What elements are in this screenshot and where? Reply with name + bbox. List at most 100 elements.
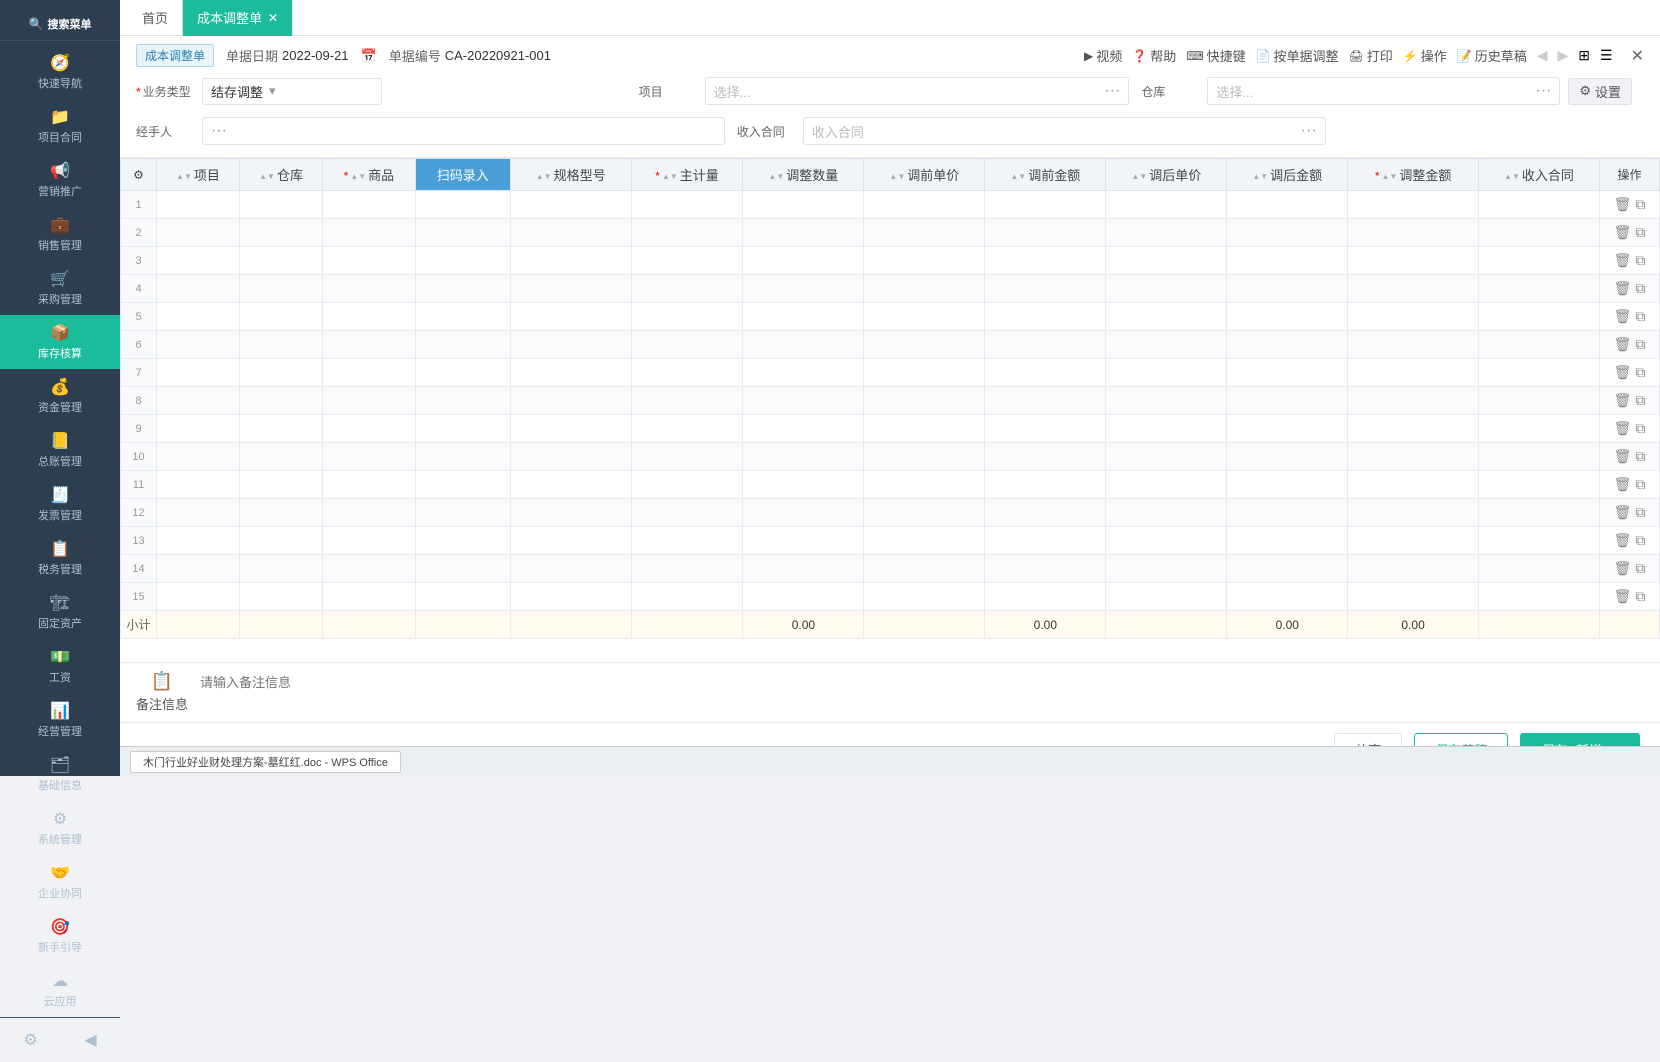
sidebar-item-guide[interactable]: 🎯 新手引导 (0, 909, 120, 963)
table-cell[interactable] (743, 583, 864, 611)
table-cell[interactable] (1348, 555, 1479, 583)
sidebar-item-inventory[interactable]: 📦 库存核算 (0, 315, 120, 369)
action-cell[interactable]: 🗑⧉ (1600, 275, 1660, 303)
delete-icon[interactable]: 🗑 (1614, 280, 1632, 297)
action-cell[interactable]: 🗑⧉ (1600, 499, 1660, 527)
close-window-button[interactable]: ✕ (1631, 46, 1644, 66)
action-cell[interactable]: 🗑⧉ (1600, 191, 1660, 219)
income-contract-input[interactable]: 收入合同 ··· (803, 117, 1326, 145)
sidebar-item-finance[interactable]: 💰 资金管理 (0, 369, 120, 423)
table-cell[interactable] (1227, 471, 1348, 499)
table-cell[interactable] (985, 247, 1106, 275)
table-cell[interactable] (864, 387, 985, 415)
table-cell[interactable] (985, 443, 1106, 471)
table-cell[interactable] (240, 443, 323, 471)
table-cell[interactable] (323, 359, 416, 387)
table-cell[interactable] (415, 359, 510, 387)
nav-next[interactable]: ▶ (1558, 47, 1569, 64)
delete-icon[interactable]: 🗑 (1614, 476, 1632, 493)
table-cell[interactable] (415, 471, 510, 499)
table-cell[interactable] (157, 387, 240, 415)
table-cell[interactable] (157, 247, 240, 275)
table-cell[interactable] (631, 191, 743, 219)
table-cell[interactable] (323, 247, 416, 275)
table-cell[interactable] (1227, 247, 1348, 275)
settings-icon[interactable]: ⚙ (23, 1030, 37, 1050)
copy-icon[interactable]: ⧉ (1635, 336, 1645, 353)
table-cell[interactable] (323, 499, 416, 527)
action-cell[interactable]: 🗑⧉ (1600, 219, 1660, 247)
table-cell[interactable] (510, 219, 631, 247)
sidebar-item-assets[interactable]: 🏗 固定资产 (0, 585, 120, 639)
table-cell[interactable] (510, 191, 631, 219)
copy-icon[interactable]: ⧉ (1635, 252, 1645, 269)
delete-icon[interactable]: 🗑 (1614, 420, 1632, 437)
project-input[interactable]: 选择... ··· (705, 77, 1130, 105)
table-cell[interactable] (743, 219, 864, 247)
table-cell[interactable] (510, 275, 631, 303)
table-cell[interactable] (864, 247, 985, 275)
table-cell[interactable] (864, 499, 985, 527)
table-container[interactable]: ⚙ ▲▼项目 ▲▼仓库 ▲▼商品 扫码录入 ▲▼规格型号 ▲▼主计量 ▲▼调整数… (120, 158, 1660, 662)
notes-input[interactable] (200, 671, 1644, 694)
table-cell[interactable] (1106, 303, 1227, 331)
handler-dots[interactable]: ··· (211, 122, 227, 140)
table-cell[interactable] (323, 527, 416, 555)
table-cell[interactable] (157, 359, 240, 387)
taskbar-item[interactable]: 木门行业好业财处理方案-墓红红.doc - WPS Office (130, 751, 401, 773)
sidebar-item-ledger[interactable]: 📒 总账管理 (0, 423, 120, 477)
table-cell[interactable] (631, 443, 743, 471)
table-cell[interactable] (1478, 219, 1599, 247)
table-cell[interactable] (415, 191, 510, 219)
table-cell[interactable] (323, 555, 416, 583)
sidebar-item-system[interactable]: ⚙ 系统管理 (0, 801, 120, 855)
table-cell[interactable] (1478, 583, 1599, 611)
table-cell[interactable] (157, 415, 240, 443)
table-cell[interactable] (743, 471, 864, 499)
table-cell[interactable] (157, 331, 240, 359)
table-cell[interactable] (323, 275, 416, 303)
table-cell[interactable] (415, 219, 510, 247)
table-cell[interactable] (631, 583, 743, 611)
table-cell[interactable] (864, 359, 985, 387)
table-cell[interactable] (864, 303, 985, 331)
table-cell[interactable] (1227, 275, 1348, 303)
table-cell[interactable] (631, 275, 743, 303)
table-cell[interactable] (631, 359, 743, 387)
table-cell[interactable] (1106, 219, 1227, 247)
table-cell[interactable] (1478, 359, 1599, 387)
table-cell[interactable] (415, 331, 510, 359)
col-income-contract[interactable]: ▲▼收入合同 (1478, 159, 1599, 191)
sidebar-item-collab[interactable]: 🤝 企业协同 (0, 855, 120, 909)
table-cell[interactable] (985, 471, 1106, 499)
table-cell[interactable] (157, 191, 240, 219)
sidebar-search-label[interactable]: 搜索菜单 (47, 16, 91, 32)
warehouse-input[interactable]: 选择... ··· (1207, 77, 1560, 105)
action-print[interactable]: 🖨 打印 (1349, 46, 1393, 65)
action-cell[interactable]: 🗑⧉ (1600, 303, 1660, 331)
delete-icon[interactable]: 🗑 (1614, 308, 1632, 325)
action-cell[interactable]: 🗑⧉ (1600, 331, 1660, 359)
table-cell[interactable] (415, 499, 510, 527)
col-product[interactable]: ▲▼商品 (323, 159, 416, 191)
table-cell[interactable] (415, 527, 510, 555)
copy-icon[interactable]: ⧉ (1635, 308, 1645, 325)
table-cell[interactable] (1478, 275, 1599, 303)
table-cell[interactable] (510, 331, 631, 359)
col-adjust-amount[interactable]: ▲▼调整金额 (1348, 159, 1479, 191)
collapse-icon[interactable]: ◀ (84, 1030, 96, 1050)
action-video[interactable]: ▶ 视频 (1084, 46, 1122, 65)
table-cell[interactable] (1478, 331, 1599, 359)
table-cell[interactable] (743, 443, 864, 471)
table-cell[interactable] (157, 471, 240, 499)
table-cell[interactable] (1106, 191, 1227, 219)
table-cell[interactable] (1478, 415, 1599, 443)
table-cell[interactable] (985, 527, 1106, 555)
table-cell[interactable] (1227, 359, 1348, 387)
table-cell[interactable] (157, 443, 240, 471)
table-cell[interactable] (743, 387, 864, 415)
table-cell[interactable] (157, 555, 240, 583)
table-cell[interactable] (240, 247, 323, 275)
table-cell[interactable] (1348, 247, 1479, 275)
sidebar-logo[interactable]: 🔍 搜索菜单 (0, 8, 120, 41)
